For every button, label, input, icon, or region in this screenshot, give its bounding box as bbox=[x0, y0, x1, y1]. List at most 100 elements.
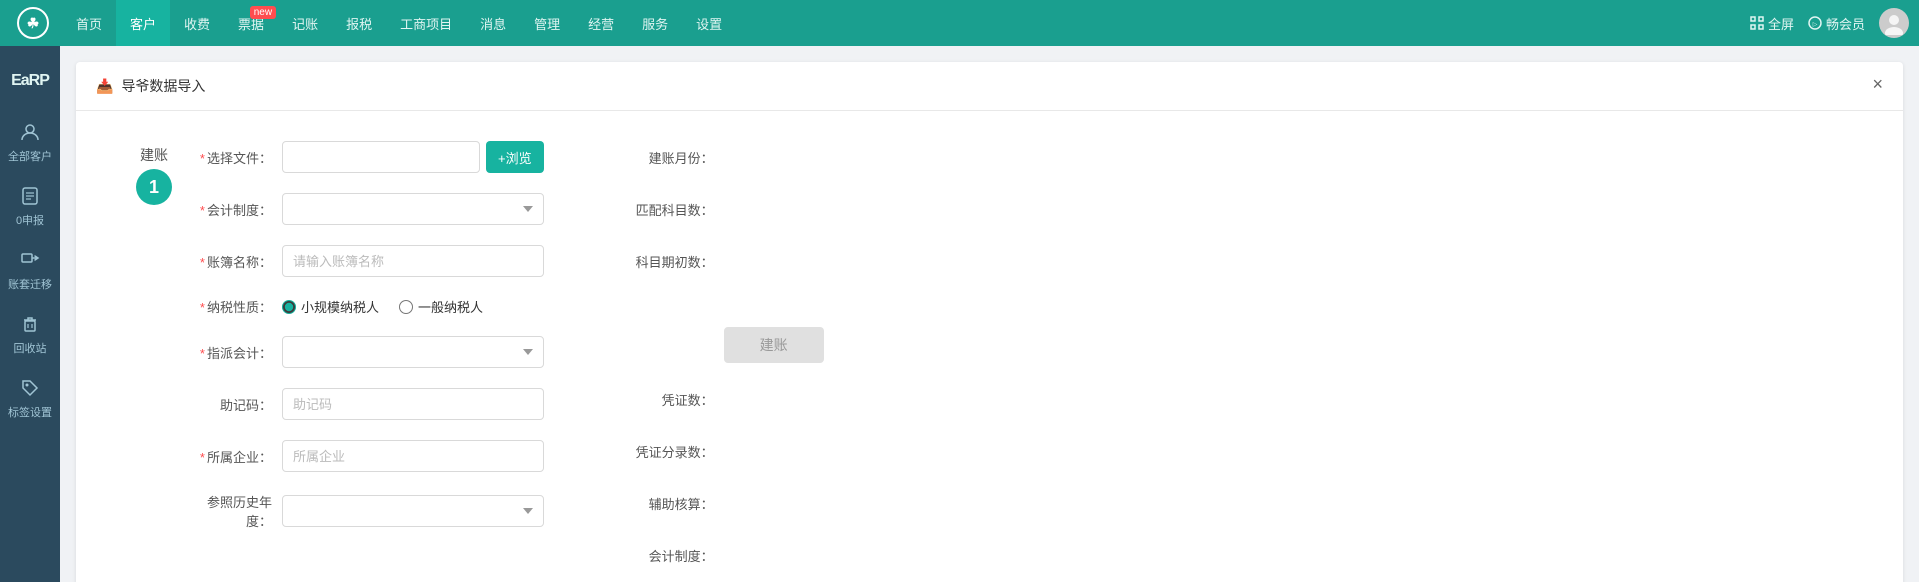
memo-row: 助记码： bbox=[192, 388, 544, 420]
nav-message[interactable]: 消息 bbox=[466, 0, 520, 46]
dialog-title: 导爷数据导入 bbox=[121, 76, 205, 96]
sidebar-item-tags[interactable]: 标签设置 bbox=[0, 368, 60, 428]
nav-tax[interactable]: 报税 bbox=[332, 0, 386, 46]
fullscreen-icon bbox=[1750, 16, 1764, 30]
info-assist-label: 辅助核算： bbox=[634, 494, 724, 513]
nav-menu: 首页 客户 收费 票据 new 记账 报税 工商项目 消息 管理 经营 服务 设… bbox=[62, 0, 1750, 46]
earp-logo: EaRP bbox=[11, 54, 49, 108]
fullscreen-button[interactable]: 全屏 bbox=[1750, 14, 1794, 33]
tax-general-option[interactable]: 一般纳税人 bbox=[399, 297, 483, 316]
all-customers-icon bbox=[18, 120, 42, 144]
info-voucher-label: 凭证数： bbox=[634, 390, 724, 409]
sidebar-item-migration[interactable]: 账套迁移 bbox=[0, 240, 60, 300]
sidebar-item-all-customers[interactable]: 全部客户 bbox=[0, 112, 60, 172]
dialog-close-button[interactable]: × bbox=[1872, 74, 1883, 95]
step-indicator: 建账 1 bbox=[136, 141, 172, 205]
info-month-label: 建账月份： bbox=[634, 148, 724, 167]
info-area: 建账月份： 匹配科目数： 科目期初数： 建账 bbox=[604, 141, 824, 582]
migration-icon bbox=[18, 248, 42, 272]
tax-small-label: 小规模纳税人 bbox=[301, 297, 379, 316]
company-input[interactable] bbox=[282, 440, 544, 472]
tax-small-radio[interactable] bbox=[282, 300, 296, 314]
sidebar-item-trash[interactable]: 回收站 bbox=[0, 304, 60, 364]
tax-row: 纳税性质： 小规模纳税人 一般纳税人 bbox=[192, 297, 544, 316]
user-avatar[interactable] bbox=[1879, 8, 1909, 38]
sidebar: EaRP 全部客户 0申报 账套迁移 回收站 bbox=[0, 46, 60, 582]
accountant-row: 指派会计： bbox=[192, 336, 544, 368]
file-label: 选择文件： bbox=[192, 148, 282, 167]
nav-customer[interactable]: 客户 bbox=[116, 0, 170, 46]
info-init-label: 科目期初数： bbox=[634, 252, 724, 271]
step-section: 建账 1 选择文件： +浏览 bbox=[136, 141, 1843, 582]
ledger-row: 账簿名称： bbox=[192, 245, 544, 277]
info-assist-row: 辅助核算： bbox=[634, 487, 824, 519]
main-layout: EaRP 全部客户 0申报 账套迁移 回收站 bbox=[0, 46, 1919, 582]
sidebar-item-label: 标签设置 bbox=[8, 404, 52, 420]
info-init-row: 科目期初数： bbox=[634, 245, 824, 277]
vip-button[interactable]: ▷ 畅会员 bbox=[1808, 14, 1865, 33]
nav-operation[interactable]: 经营 bbox=[574, 0, 628, 46]
svg-text:▷: ▷ bbox=[1813, 22, 1818, 28]
info-voucher-records-row: 凭证分录数： bbox=[634, 435, 824, 467]
company-row: 所属企业： bbox=[192, 440, 544, 472]
accounting-select[interactable] bbox=[282, 193, 544, 225]
accountant-select[interactable] bbox=[282, 336, 544, 368]
step-circle: 1 bbox=[136, 169, 172, 205]
company-label: 所属企业： bbox=[192, 447, 282, 466]
nav-manage[interactable]: 管理 bbox=[520, 0, 574, 46]
top-navigation: ☘ 首页 客户 收费 票据 new 记账 报税 工商项目 消息 管理 经营 服务… bbox=[0, 0, 1919, 46]
tax-radio-group: 小规模纳税人 一般纳税人 bbox=[282, 297, 483, 316]
info-accounting-label: 会计制度： bbox=[634, 546, 724, 565]
vip-icon: ▷ bbox=[1808, 16, 1822, 30]
sidebar-item-label: 0申报 bbox=[16, 212, 44, 228]
info-match-label: 匹配科目数： bbox=[634, 200, 724, 219]
ledger-input[interactable] bbox=[282, 245, 544, 277]
nav-right-area: 全屏 ▷ 畅会员 bbox=[1750, 8, 1909, 38]
fullscreen-label: 全屏 bbox=[1768, 14, 1794, 33]
info-match-row: 匹配科目数： bbox=[634, 193, 824, 225]
nav-fee[interactable]: 收费 bbox=[170, 0, 224, 46]
memo-label: 助记码： bbox=[192, 395, 282, 414]
tax-small-option[interactable]: 小规模纳税人 bbox=[282, 297, 379, 316]
sidebar-item-label: 回收站 bbox=[14, 340, 47, 356]
nav-bookkeeping[interactable]: 记账 bbox=[278, 0, 332, 46]
nav-home[interactable]: 首页 bbox=[62, 0, 116, 46]
info-voucher-row: 凭证数： bbox=[634, 383, 824, 415]
browse-button[interactable]: +浏览 bbox=[486, 141, 544, 173]
vip-label: 畅会员 bbox=[1826, 14, 1865, 33]
submit-area: 建账 bbox=[634, 297, 824, 363]
new-badge: new bbox=[250, 6, 276, 19]
declaration-icon bbox=[18, 184, 42, 208]
tax-general-radio[interactable] bbox=[399, 300, 413, 314]
memo-input[interactable] bbox=[282, 388, 544, 420]
accounting-row: 会计制度： bbox=[192, 193, 544, 225]
tax-label: 纳税性质： bbox=[192, 297, 282, 316]
dialog-body: 建账 1 选择文件： +浏览 bbox=[76, 111, 1903, 582]
ledger-label: 账簿名称： bbox=[192, 252, 282, 271]
info-accounting-row: 会计制度： bbox=[634, 539, 824, 571]
dialog-header: 📥 导爷数据导入 bbox=[76, 62, 1903, 111]
app-logo[interactable]: ☘ bbox=[10, 0, 56, 46]
file-row: 选择文件： +浏览 bbox=[192, 141, 544, 173]
info-month-row: 建账月份： bbox=[634, 141, 824, 173]
nav-service[interactable]: 服务 bbox=[628, 0, 682, 46]
history-label: 参照历史年度： bbox=[192, 492, 282, 530]
nav-business[interactable]: 工商项目 bbox=[386, 0, 466, 46]
accountant-label: 指派会计： bbox=[192, 343, 282, 362]
submit-button[interactable]: 建账 bbox=[724, 327, 824, 363]
accounting-label: 会计制度： bbox=[192, 200, 282, 219]
sidebar-item-label: 账套迁移 bbox=[8, 276, 52, 292]
nav-invoice[interactable]: 票据 new bbox=[224, 0, 278, 46]
history-select[interactable] bbox=[282, 495, 544, 527]
tags-icon bbox=[18, 376, 42, 400]
nav-settings[interactable]: 设置 bbox=[682, 0, 736, 46]
file-input-group: +浏览 bbox=[282, 141, 544, 173]
form-area: 选择文件： +浏览 会计制度： bbox=[192, 141, 544, 550]
step-left: 建账 1 选择文件： +浏览 bbox=[136, 141, 544, 582]
file-input[interactable] bbox=[282, 141, 480, 173]
avatar-icon bbox=[1882, 11, 1906, 35]
sidebar-item-declaration[interactable]: 0申报 bbox=[0, 176, 60, 236]
sidebar-item-label: 全部客户 bbox=[8, 148, 52, 164]
info-voucher-records-label: 凭证分录数： bbox=[634, 442, 724, 461]
step-label: 建账 bbox=[140, 145, 168, 165]
